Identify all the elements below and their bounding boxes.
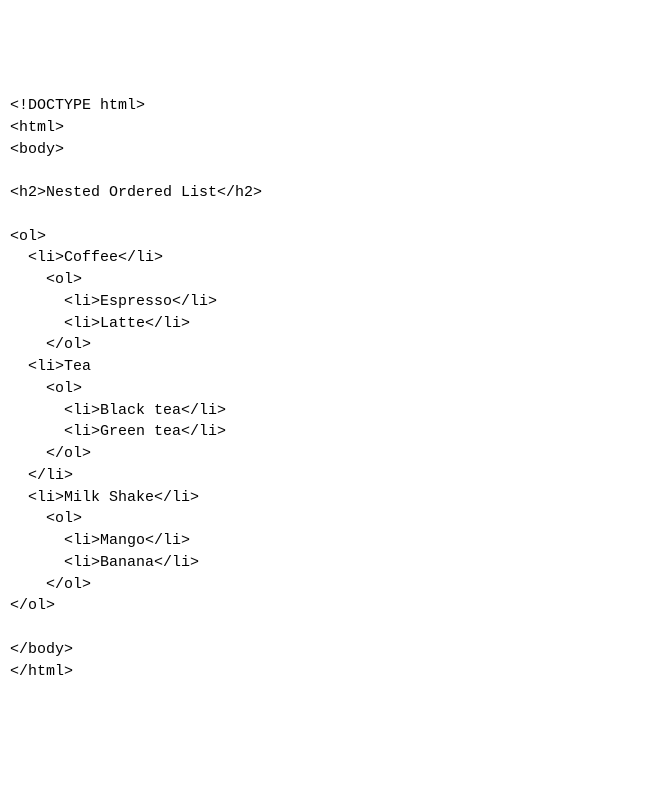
code-line: <li>Latte</li>	[10, 315, 190, 332]
code-block: <!DOCTYPE html> <html> <body> <h2>Nested…	[10, 95, 661, 682]
code-line: <ol>	[10, 380, 82, 397]
code-line: <li>Black tea</li>	[10, 402, 226, 419]
code-line: <ol>	[10, 510, 82, 527]
code-line: </ol>	[10, 597, 55, 614]
code-line: <li>Mango</li>	[10, 532, 190, 549]
code-line: <html>	[10, 119, 64, 136]
code-line: <body>	[10, 141, 64, 158]
code-line: </html>	[10, 663, 73, 680]
code-line: </ol>	[10, 336, 91, 353]
code-line: <h2>Nested Ordered List</h2>	[10, 184, 262, 201]
code-line: <!DOCTYPE html>	[10, 97, 145, 114]
code-line: <li>Tea	[10, 358, 91, 375]
code-line: <li>Coffee</li>	[10, 249, 163, 266]
code-line: <ol>	[10, 271, 82, 288]
code-line: <li>Green tea</li>	[10, 423, 226, 440]
code-line: <li>Espresso</li>	[10, 293, 217, 310]
code-line: <ol>	[10, 228, 46, 245]
code-line: <li>Milk Shake</li>	[10, 489, 199, 506]
code-line: <li>Banana</li>	[10, 554, 199, 571]
code-line: </ol>	[10, 576, 91, 593]
code-line: </li>	[10, 467, 73, 484]
code-line: </ol>	[10, 445, 91, 462]
code-line: </body>	[10, 641, 73, 658]
